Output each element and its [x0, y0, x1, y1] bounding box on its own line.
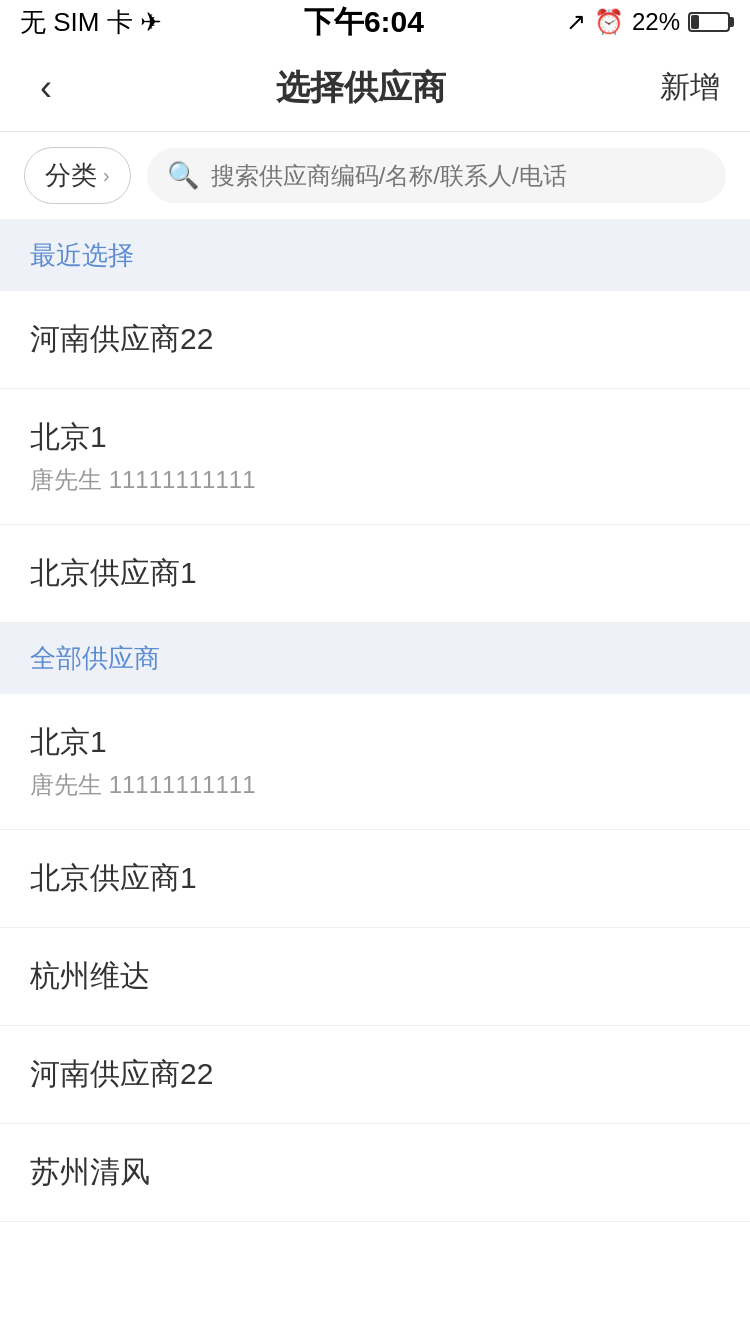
item-name: 北京1	[30, 722, 720, 763]
list-item[interactable]: 北京供应商1	[0, 525, 750, 623]
item-name: 杭州维达	[30, 956, 720, 997]
section-header-all: 全部供应商	[0, 623, 750, 694]
alarm-icon: ⏰	[594, 8, 624, 36]
item-name: 河南供应商22	[30, 319, 720, 360]
item-subtitle: 唐先生 11111111111	[30, 769, 720, 801]
item-name: 北京1	[30, 417, 720, 458]
sim-label: 无 SIM 卡 ✈	[20, 5, 162, 40]
item-subtitle: 唐先生 11111111111	[30, 464, 720, 496]
page-title: 选择供应商	[276, 65, 446, 111]
section-header-label: 全部供应商	[30, 643, 160, 673]
location-icon: ↗	[566, 8, 586, 36]
search-bar: 🔍	[147, 148, 726, 203]
section-header-recent: 最近选择	[0, 220, 750, 291]
battery-icon	[688, 12, 730, 32]
status-bar: 无 SIM 卡 ✈ 下午6:04 ↗ ⏰ 22%	[0, 0, 750, 44]
list-item[interactable]: 河南供应商22	[0, 291, 750, 389]
add-button[interactable]: 新增	[660, 67, 720, 108]
list-item[interactable]: 北京供应商1	[0, 830, 750, 928]
filter-bar: 分类 › 🔍	[0, 132, 750, 220]
list-container: 最近选择河南供应商22 北京1 唐先生 11111111111 北京供应商1 全部供应商…	[0, 220, 750, 1222]
item-name: 苏州清风	[30, 1152, 720, 1193]
item-name: 北京供应商1	[30, 858, 720, 899]
section-header-label: 最近选择	[30, 240, 134, 270]
search-icon: 🔍	[167, 160, 199, 191]
list-item[interactable]: 北京1 唐先生 11111111111	[0, 389, 750, 525]
list-item[interactable]: 河南供应商22	[0, 1026, 750, 1124]
search-input[interactable]	[211, 162, 706, 190]
category-button[interactable]: 分类 ›	[24, 147, 131, 204]
nav-bar: ‹ 选择供应商 新增	[0, 44, 750, 132]
status-time: 下午6:04	[304, 2, 424, 43]
list-item[interactable]: 苏州清风	[0, 1124, 750, 1222]
status-right: ↗ ⏰ 22%	[566, 8, 730, 36]
item-name: 河南供应商22	[30, 1054, 720, 1095]
battery-label: 22%	[632, 8, 680, 36]
status-left: 无 SIM 卡 ✈	[20, 5, 162, 40]
chevron-right-icon: ›	[103, 164, 110, 187]
list-item[interactable]: 北京1 唐先生 11111111111	[0, 694, 750, 830]
back-button[interactable]: ‹	[30, 57, 62, 119]
item-name: 北京供应商1	[30, 553, 720, 594]
list-item[interactable]: 杭州维达	[0, 928, 750, 1026]
category-label: 分类	[45, 158, 97, 193]
